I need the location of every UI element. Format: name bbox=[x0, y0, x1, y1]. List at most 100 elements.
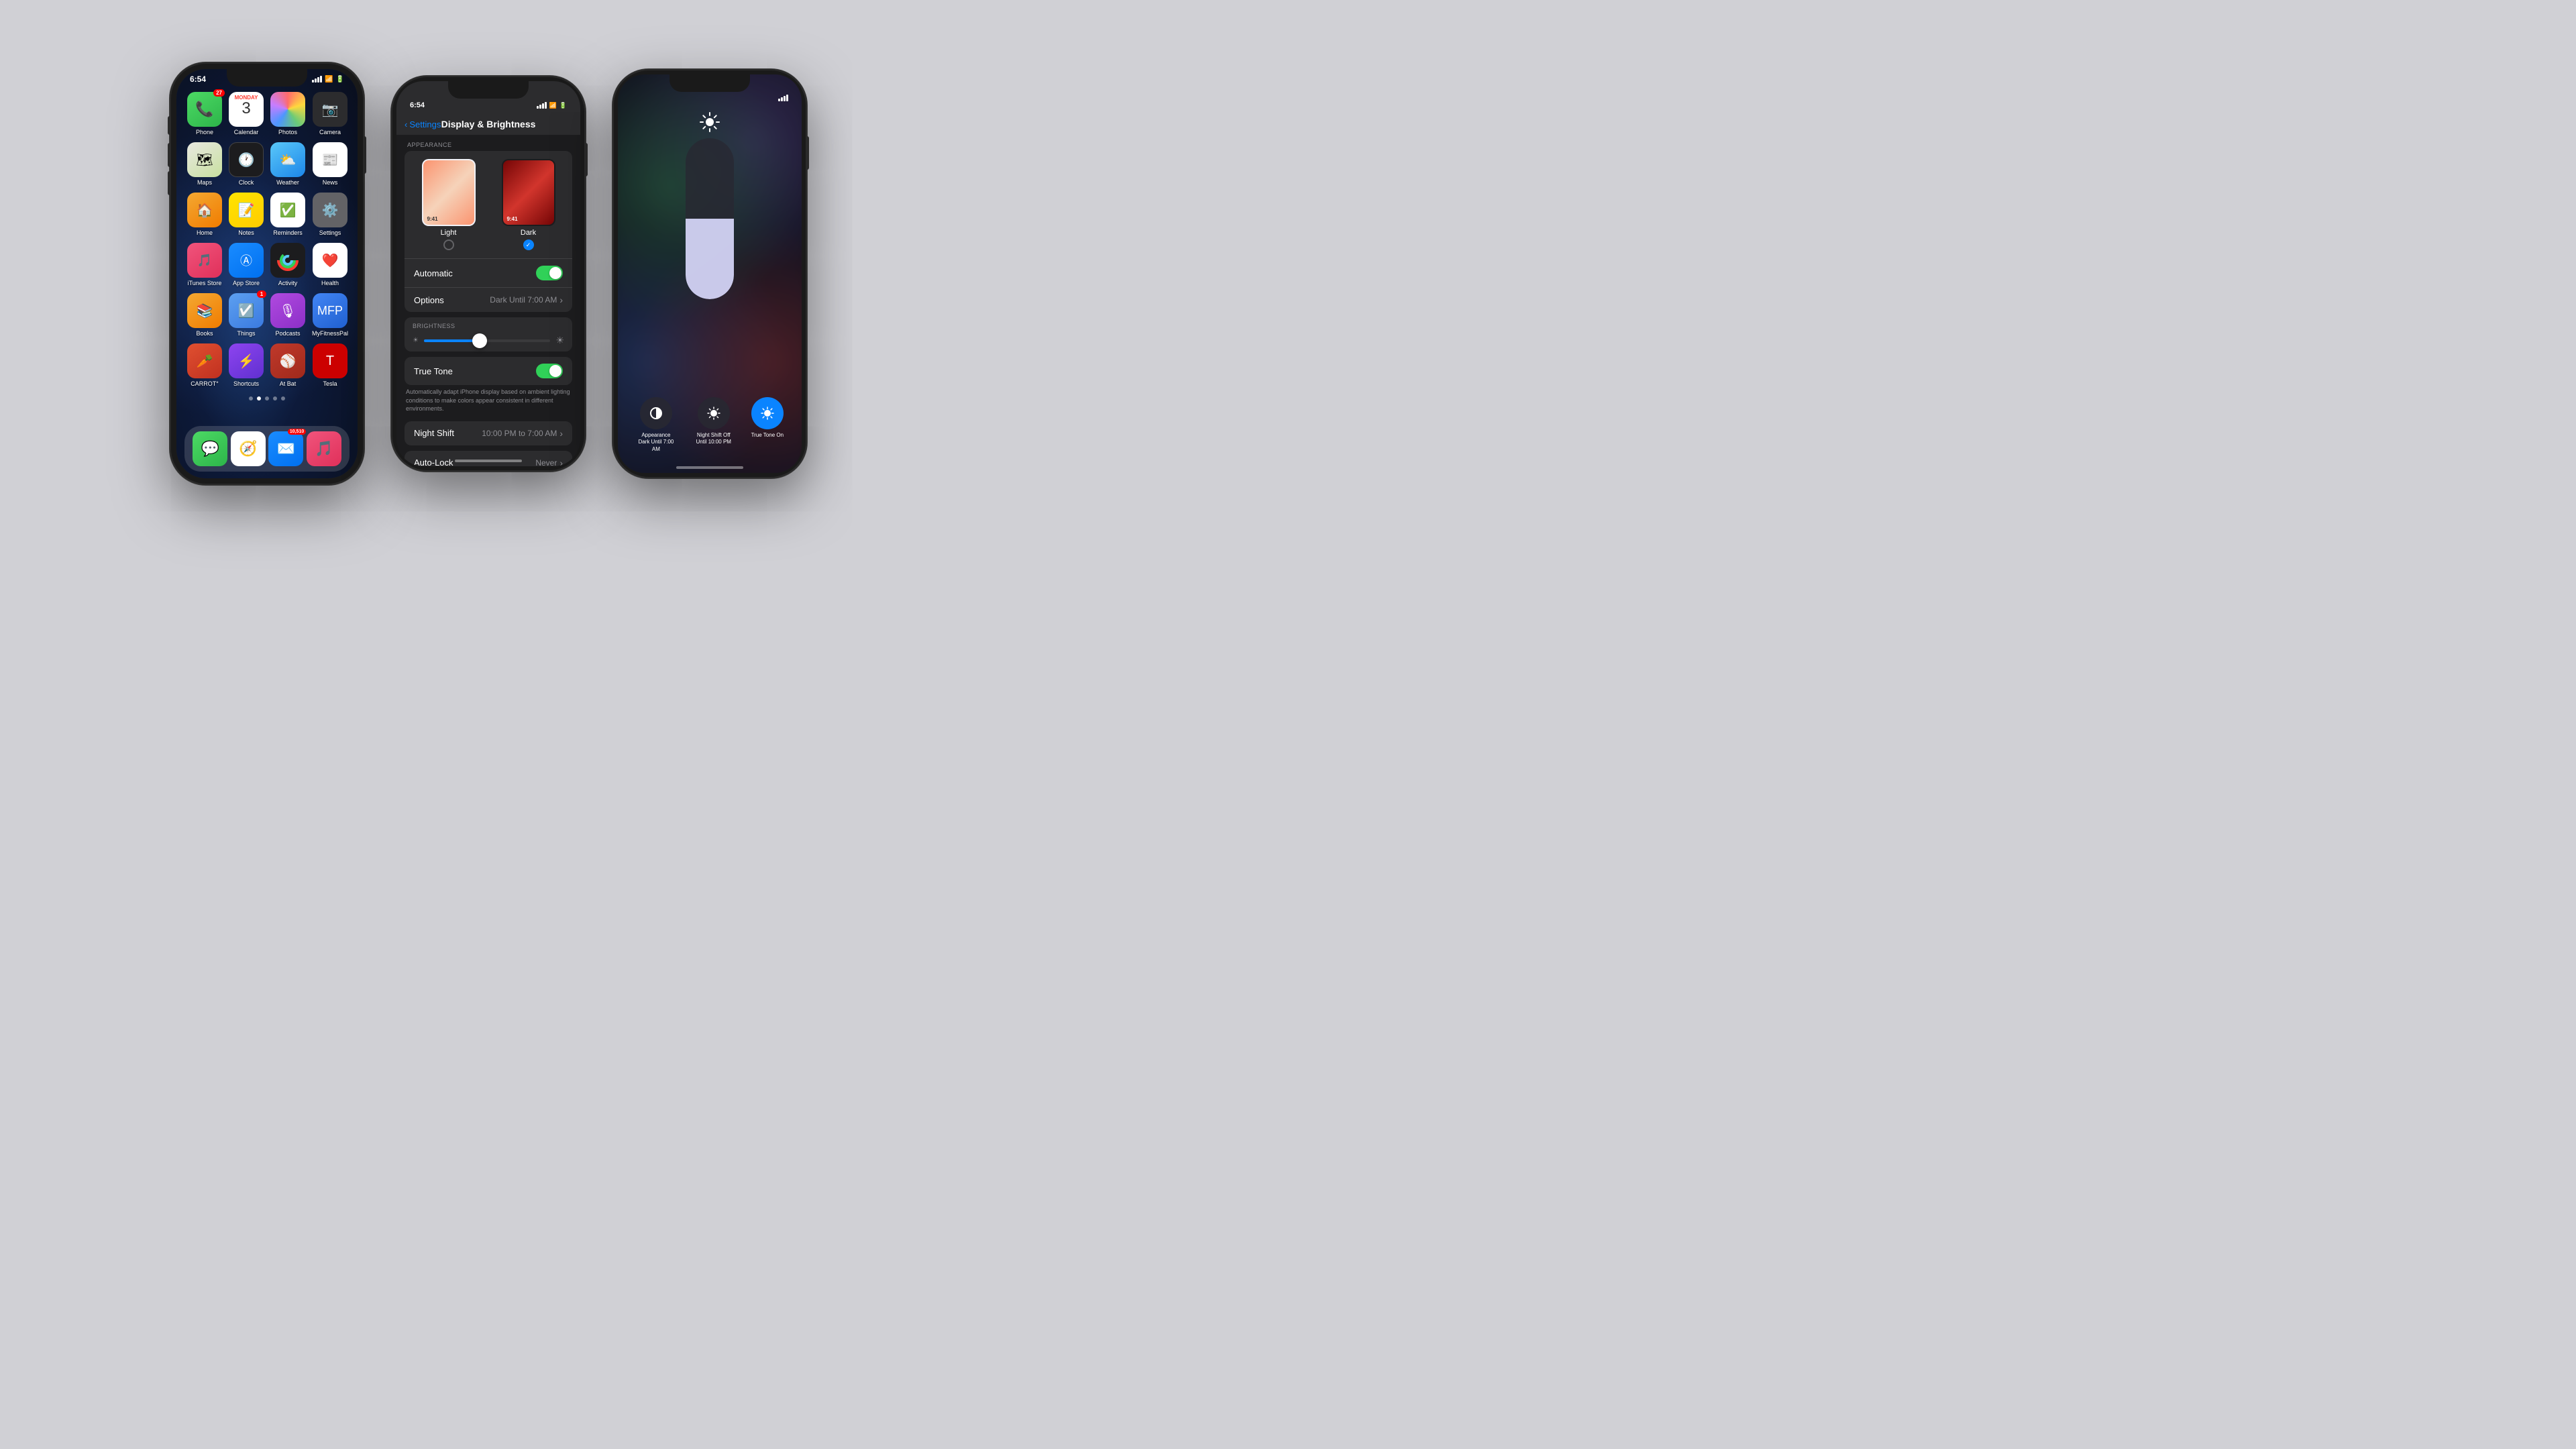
dock-music[interactable]: 🎵 bbox=[307, 431, 341, 466]
books-icon: 📚 bbox=[197, 303, 213, 319]
brightness-section: BRIGHTNESS ☀ ☀ bbox=[405, 317, 572, 352]
home-label: Home bbox=[197, 229, 213, 236]
dock-messages[interactable]: 💬 bbox=[193, 431, 227, 466]
app-clock[interactable]: 🕐 Clock bbox=[229, 142, 264, 186]
light-radio[interactable] bbox=[443, 239, 454, 250]
power-button-3[interactable] bbox=[807, 136, 809, 170]
app-carrot[interactable]: 🥕 CARROT° bbox=[187, 343, 222, 387]
nightshift-icon bbox=[706, 406, 721, 421]
app-camera[interactable]: 📷 Camera bbox=[312, 92, 348, 136]
back-label: Settings bbox=[409, 119, 441, 129]
dock-safari[interactable]: 🧭 bbox=[231, 431, 266, 466]
brightness-track[interactable] bbox=[424, 339, 550, 342]
appearance-btn-circle[interactable] bbox=[640, 397, 672, 429]
myfitnesspal-icon: MFP bbox=[317, 304, 343, 318]
itunes-label: iTunes Store bbox=[188, 280, 222, 286]
phone-2-screen: 6:54 📶 🔋 ‹ bbox=[396, 81, 580, 466]
app-health[interactable]: ❤️ Health bbox=[312, 243, 348, 286]
phone-3-screen: Appearance Dark Until 7:00 AM bbox=[618, 74, 802, 473]
options-row[interactable]: Options Dark Until 7:00 AM bbox=[405, 287, 572, 312]
dock-mail[interactable]: 10,510 ✉️ bbox=[268, 431, 303, 466]
options-chevron bbox=[559, 294, 563, 305]
app-weather[interactable]: ⛅ Weather bbox=[270, 142, 305, 186]
notch-2 bbox=[448, 81, 529, 99]
things-icon: ☑️ bbox=[238, 303, 255, 319]
back-button[interactable]: ‹ Settings bbox=[405, 119, 441, 129]
app-appstore[interactable]: Ⓐ App Store bbox=[229, 243, 264, 286]
app-tesla[interactable]: T Tesla bbox=[312, 343, 348, 387]
brightness-thumb[interactable] bbox=[472, 333, 487, 348]
app-calendar[interactable]: Monday 3 Calendar bbox=[229, 92, 264, 136]
phone-1: 6:54 📶 🔋 bbox=[170, 62, 364, 485]
brightness-pill[interactable] bbox=[686, 138, 734, 299]
home-icon: 🏠 bbox=[197, 202, 213, 219]
nightshift-value: 10:00 PM to 7:00 AM bbox=[482, 428, 563, 439]
app-books[interactable]: 📚 Books bbox=[187, 293, 222, 337]
nightshift-chevron bbox=[559, 428, 563, 439]
tesla-icon: T bbox=[326, 354, 334, 369]
settings-icon: ⚙️ bbox=[322, 202, 339, 219]
app-myfitnesspal[interactable]: MFP MyFitnessPal bbox=[312, 293, 348, 337]
truetone-row[interactable]: True Tone bbox=[405, 357, 572, 385]
truetone-btn-circle[interactable] bbox=[751, 397, 784, 429]
activity-rings-icon bbox=[276, 248, 300, 272]
dot-2 bbox=[257, 396, 261, 400]
control-buttons: Appearance Dark Until 7:00 AM bbox=[627, 397, 792, 453]
volume-up-button[interactable] bbox=[168, 143, 170, 167]
app-podcasts[interactable]: 🎙 Podcasts bbox=[270, 293, 305, 337]
truetone-control-btn[interactable]: True Tone On bbox=[751, 397, 784, 453]
itunes-icon: 🎵 bbox=[197, 254, 212, 268]
signal-icon bbox=[312, 76, 322, 83]
things-label: Things bbox=[237, 330, 255, 337]
home-screen: 6:54 📶 🔋 bbox=[176, 69, 358, 478]
page-dots bbox=[176, 392, 358, 405]
home-indicator-3 bbox=[676, 466, 743, 469]
tesla-label: Tesla bbox=[323, 380, 337, 387]
app-maps[interactable]: 🗺 Maps bbox=[187, 142, 222, 186]
phone-label: Phone bbox=[196, 129, 213, 136]
dot-3 bbox=[265, 396, 269, 400]
nightshift-btn-circle[interactable] bbox=[698, 397, 730, 429]
autolock-row[interactable]: Auto-Lock Never bbox=[405, 451, 572, 466]
appearance-control-btn[interactable]: Appearance Dark Until 7:00 AM bbox=[636, 397, 676, 453]
mute-button[interactable] bbox=[168, 116, 170, 135]
app-activity[interactable]: Activity bbox=[270, 243, 305, 286]
settings-status-icons: 📶 🔋 bbox=[537, 102, 567, 109]
nightshift-row[interactable]: Night Shift 10:00 PM to 7:00 AM bbox=[405, 421, 572, 445]
books-label: Books bbox=[196, 330, 213, 337]
app-notes[interactable]: 📝 Notes bbox=[229, 193, 264, 236]
dot-5 bbox=[281, 396, 285, 400]
power-button[interactable] bbox=[364, 136, 366, 174]
app-itunes[interactable]: 🎵 iTunes Store bbox=[187, 243, 222, 286]
automatic-toggle[interactable] bbox=[536, 266, 563, 280]
control-signal bbox=[778, 95, 788, 101]
automatic-row[interactable]: Automatic bbox=[405, 258, 572, 287]
light-option[interactable]: 9:41 Light bbox=[422, 159, 476, 250]
autolock-label: Auto-Lock bbox=[414, 458, 453, 466]
truetone-label: True Tone bbox=[414, 366, 453, 376]
app-phone[interactable]: 📞 27 Phone bbox=[187, 92, 222, 136]
app-photos[interactable]: Photos bbox=[270, 92, 305, 136]
app-things[interactable]: 1 ☑️ Things bbox=[229, 293, 264, 337]
app-reminders[interactable]: ✅ Reminders bbox=[270, 193, 305, 236]
dark-option[interactable]: 9:41 Dark bbox=[502, 159, 555, 250]
light-thumb: 9:41 bbox=[422, 159, 476, 226]
volume-down-button[interactable] bbox=[168, 171, 170, 195]
app-shortcuts[interactable]: ⚡ Shortcuts bbox=[229, 343, 264, 387]
settings-screen: 6:54 📶 🔋 ‹ bbox=[396, 81, 580, 466]
app-settings[interactable]: ⚙️ Settings bbox=[312, 193, 348, 236]
app-home[interactable]: 🏠 Home bbox=[187, 193, 222, 236]
dark-radio[interactable] bbox=[523, 239, 534, 250]
settings-time: 6:54 bbox=[410, 101, 425, 109]
truetone-toggle[interactable] bbox=[536, 364, 563, 378]
podcasts-icon: 🎙 bbox=[279, 303, 296, 319]
weather-label: Weather bbox=[276, 179, 299, 186]
wifi-icon: 📶 bbox=[325, 76, 333, 83]
power-button-2[interactable] bbox=[586, 143, 588, 176]
app-news[interactable]: 📰 News bbox=[312, 142, 348, 186]
phone-2: 6:54 📶 🔋 ‹ bbox=[391, 76, 586, 472]
nightshift-control-btn[interactable]: Night Shift Off Until 10:00 PM bbox=[694, 397, 734, 453]
app-atbat[interactable]: ⚾ At Bat bbox=[270, 343, 305, 387]
control-status-bar bbox=[618, 74, 802, 104]
clock-label: Clock bbox=[239, 179, 254, 186]
